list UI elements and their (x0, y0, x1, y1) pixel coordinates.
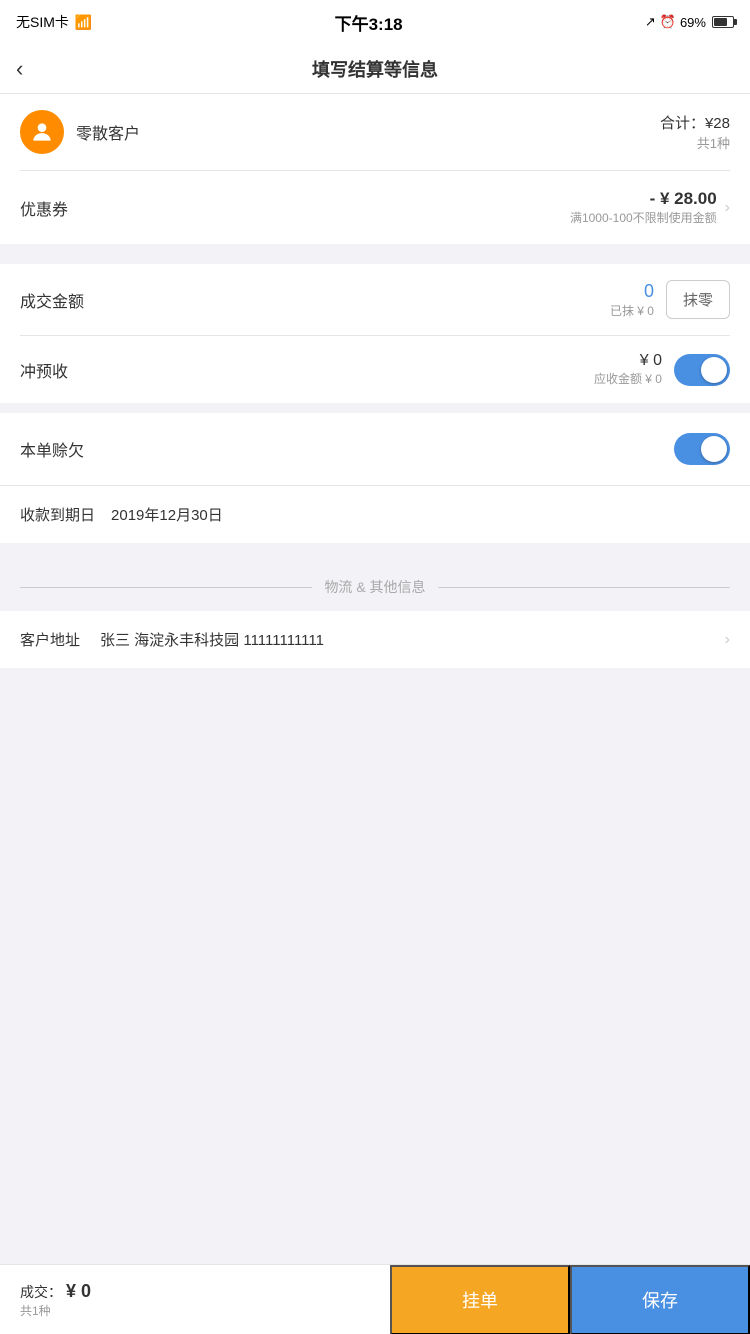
address-section: 客户地址 张三 海淀永丰科技园 11111111111 › (0, 611, 750, 668)
customer-name: 零散客户 (76, 120, 140, 144)
main-content: 零散客户 合计：¥28 共1种 优惠券 - ¥ 28.00 满1000-100不… (0, 94, 750, 748)
total-amount: 合计：¥28 (660, 112, 730, 133)
debt-toggle-knob (701, 436, 727, 462)
chevron-right-icon: › (725, 199, 730, 217)
customer-right: 合计：¥28 共1种 (660, 112, 730, 152)
avatar (20, 110, 64, 154)
status-right: ↗ ⏰ 69% (645, 14, 734, 30)
round-zero-button[interactable]: 抹零 (666, 280, 730, 319)
back-button[interactable]: ‹ (16, 56, 23, 82)
transaction-sub: 已抹 ¥ 0 (610, 302, 654, 319)
transaction-right: 0 已抹 ¥ 0 抹零 (610, 280, 730, 319)
prepay-right: ¥ 0 应收金额 ¥ 0 (594, 352, 730, 387)
battery-icon (712, 16, 734, 28)
coupon-discount: - ¥ 28.00 (570, 189, 717, 209)
address-label: 客户地址 (20, 629, 80, 650)
bottom-summary-row: 成交： ¥ 0 (20, 1281, 370, 1302)
section-gap-3 (0, 553, 750, 563)
alarm-icon: ⏰ (660, 14, 676, 30)
coupon-label: 优惠券 (20, 196, 68, 220)
prepay-label: 冲预收 (20, 358, 68, 382)
customer-section: 零散客户 合计：¥28 共1种 优惠券 - ¥ 28.00 满1000-100不… (0, 94, 750, 244)
address-row[interactable]: 客户地址 张三 海淀永丰科技园 11111111111 › (0, 611, 750, 668)
address-left: 客户地址 张三 海淀永丰科技园 11111111111 (20, 629, 324, 650)
bottom-summary: 成交： ¥ 0 共1种 (0, 1281, 390, 1319)
prepay-row: 冲预收 ¥ 0 应收金额 ¥ 0 (0, 336, 750, 403)
bottom-summary-title: 成交： (20, 1282, 62, 1302)
transaction-amount-col: 0 已抹 ¥ 0 (610, 281, 654, 319)
location-icon: ↗ (645, 14, 656, 30)
pending-button[interactable]: 挂单 (390, 1265, 570, 1334)
debt-label: 本单赊欠 (20, 437, 84, 461)
status-time: 下午3:18 (335, 10, 403, 35)
debt-row: 本单赊欠 (0, 413, 750, 485)
bottom-summary-count: 共1种 (20, 1302, 370, 1319)
debt-section: 本单赊欠 收款到期日 2019年12月30日 (0, 413, 750, 543)
coupon-desc: 满1000-100不限制使用金额 (570, 209, 717, 226)
total-count: 共1种 (660, 133, 730, 152)
prepay-value: ¥ 0 (594, 352, 662, 370)
customer-left: 零散客户 (20, 110, 140, 154)
save-button[interactable]: 保存 (570, 1265, 750, 1334)
transaction-value[interactable]: 0 (610, 281, 654, 302)
address-value: 张三 海淀永丰科技园 11111111111 (100, 629, 324, 650)
section-gap-2 (0, 403, 750, 413)
transaction-label: 成交金额 (20, 288, 84, 312)
bottom-bar: 成交： ¥ 0 共1种 挂单 保存 (0, 1264, 750, 1334)
page-title: 填写结算等信息 (312, 56, 438, 82)
due-date-label: 收款到期日 (20, 504, 95, 525)
nav-bar: ‹ 填写结算等信息 (0, 44, 750, 94)
transaction-section: 成交金额 0 已抹 ¥ 0 抹零 冲预收 ¥ 0 应收金额 ¥ 0 (0, 264, 750, 403)
logistics-header: 物流 & 其他信息 (0, 563, 750, 611)
prepay-sub: 应收金额 ¥ 0 (594, 370, 662, 387)
wifi-icon: 📶 (75, 14, 92, 31)
signal-text: 无SIM卡 (16, 12, 69, 32)
coupon-row[interactable]: 优惠券 - ¥ 28.00 满1000-100不限制使用金额 › (0, 171, 750, 244)
status-left: 无SIM卡 📶 (16, 12, 92, 32)
debt-toggle[interactable] (674, 433, 730, 465)
prepay-toggle[interactable] (674, 354, 730, 386)
section-gap-1 (0, 254, 750, 264)
logistics-label: 物流 & 其他信息 (324, 577, 425, 597)
toggle-knob (701, 357, 727, 383)
bottom-summary-amount: ¥ 0 (66, 1281, 91, 1302)
coupon-right: - ¥ 28.00 满1000-100不限制使用金额 › (570, 189, 730, 226)
due-date-row: 收款到期日 2019年12月30日 (0, 485, 750, 543)
transaction-row: 成交金额 0 已抹 ¥ 0 抹零 (0, 264, 750, 335)
prepay-amounts: ¥ 0 应收金额 ¥ 0 (594, 352, 662, 387)
address-chevron-icon: › (725, 631, 730, 649)
battery-percent: 69% (680, 15, 706, 30)
due-date-value[interactable]: 2019年12月30日 (111, 504, 223, 525)
status-bar: 无SIM卡 📶 下午3:18 ↗ ⏰ 69% (0, 0, 750, 44)
customer-row: 零散客户 合计：¥28 共1种 (0, 94, 750, 170)
coupon-info: - ¥ 28.00 满1000-100不限制使用金额 (570, 189, 717, 226)
